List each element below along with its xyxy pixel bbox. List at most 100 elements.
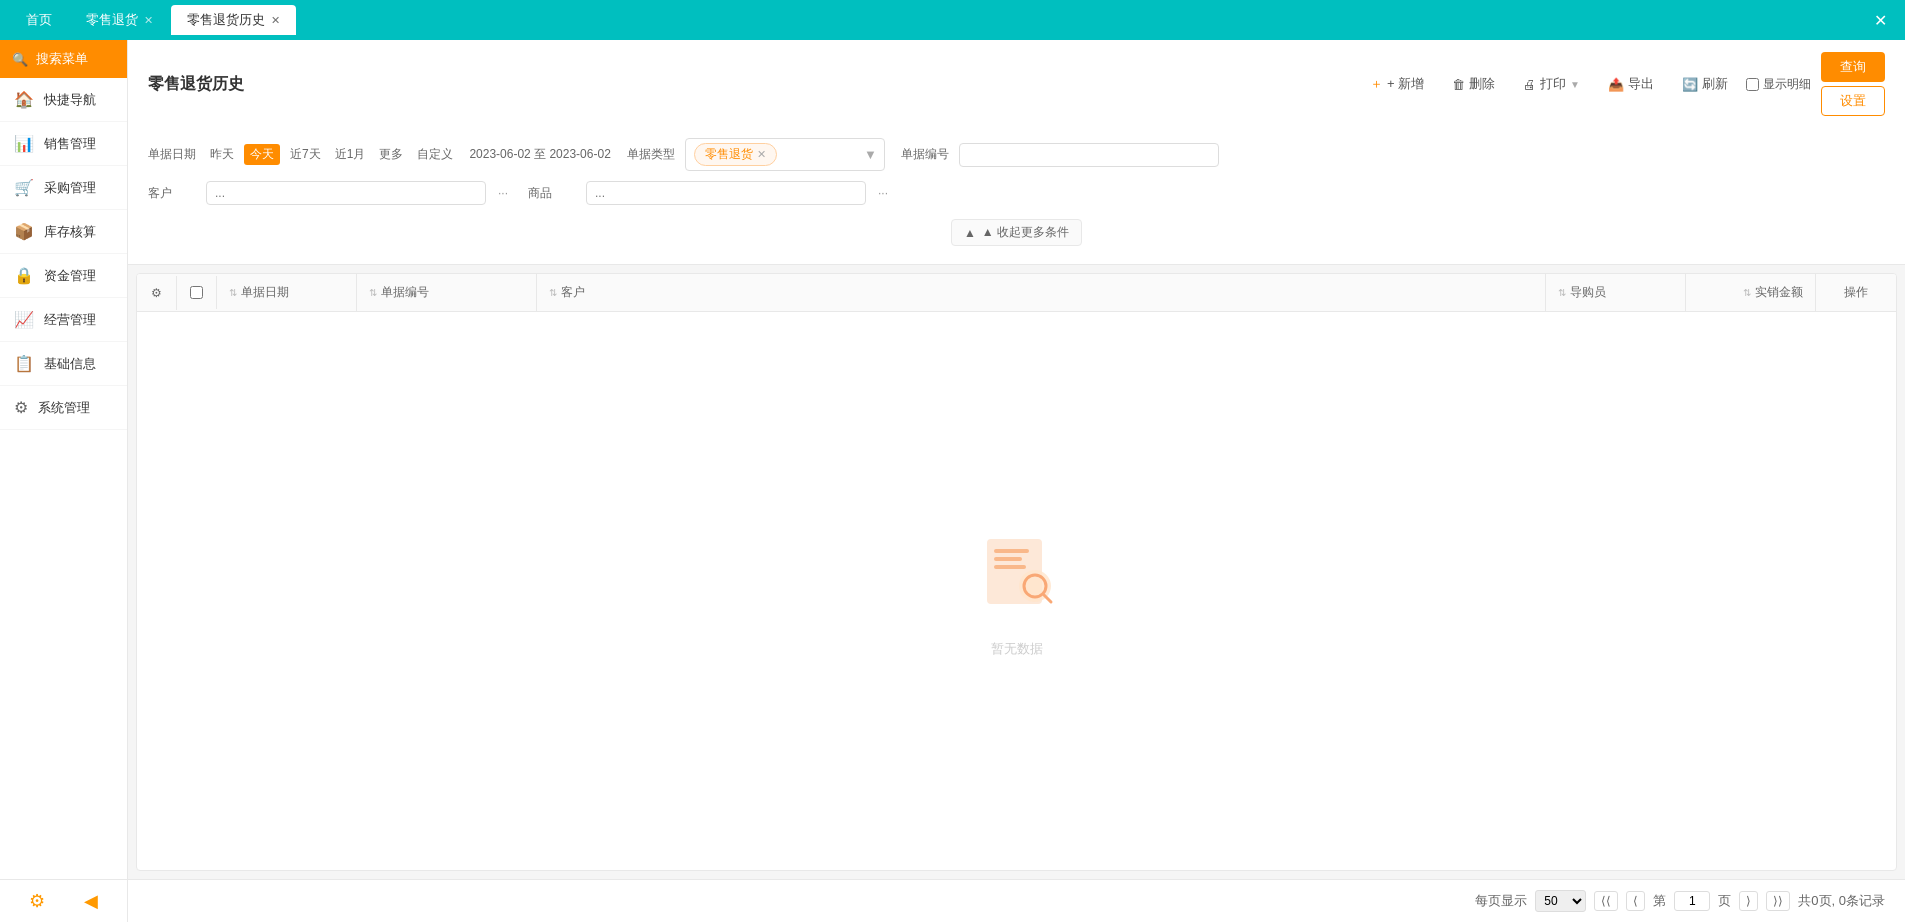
sort-billno-icon[interactable]: ⇅ — [369, 287, 377, 298]
top-bar: 首页 零售退货 ✕ 零售退货历史 ✕ ✕ — [0, 0, 1905, 40]
add-button[interactable]: ＋ + 新增 — [1362, 71, 1432, 97]
sidebar: 🔍 搜索菜单 🏠 快捷导航 📊 销售管理 🛒 采购管理 📦 库存核算 🔒 — [0, 40, 128, 922]
bill-no-filter: 单据编号 — [901, 143, 1219, 167]
main-layout: 🔍 搜索菜单 🏠 快捷导航 📊 销售管理 🛒 采购管理 📦 库存核算 🔒 — [0, 40, 1905, 922]
date-options: 昨天 今天 近7天 近1月 更多 自定义 — [206, 144, 457, 165]
finance-icon: 🔒 — [14, 266, 34, 285]
bill-type-chip-remove[interactable]: ✕ — [757, 148, 766, 161]
pagination: 每页显示 20 50 100 ⟨⟨ ⟨ 第 页 ⟩ ⟩⟩ 共0页, 0条记录 — [128, 879, 1905, 922]
goods-input[interactable] — [586, 181, 866, 205]
collapse-button[interactable]: ▲ ▲ 收起更多条件 — [951, 219, 1082, 246]
sidebar-item-operations[interactable]: 📈 经营管理 — [0, 298, 127, 342]
export-button[interactable]: 📤 导出 — [1600, 71, 1662, 97]
column-settings-icon[interactable]: ⚙ — [151, 286, 162, 300]
sort-guide-icon[interactable]: ⇅ — [1558, 287, 1566, 298]
tab-close-retail-return[interactable]: ✕ — [144, 14, 153, 27]
display-detail-label[interactable]: 显示明细 — [1763, 76, 1811, 93]
goods-ellipsis-icon[interactable]: ··· — [874, 182, 892, 204]
goods-label: 商品 — [528, 185, 578, 202]
sidebar-item-basic-info[interactable]: 📋 基础信息 — [0, 342, 127, 386]
page-label: 第 — [1653, 892, 1666, 910]
date-opt-7days[interactable]: 近7天 — [286, 144, 325, 165]
filter-row-1: 单据日期 昨天 今天 近7天 近1月 更多 自定义 2023-06-02 至 2… — [148, 138, 1885, 171]
date-filter: 单据日期 昨天 今天 近7天 近1月 更多 自定义 2023-06-02 至 2… — [148, 144, 611, 165]
toolbar-actions: ＋ + 新增 🗑 删除 🖨 打印 ▼ 📤 — [1362, 71, 1736, 97]
print-icon: 🖨 — [1523, 77, 1536, 92]
purchase-icon: 🛒 — [14, 178, 34, 197]
date-opt-today[interactable]: 今天 — [244, 144, 280, 165]
search-menu-button[interactable]: 🔍 搜索菜单 — [0, 40, 127, 78]
tab-list: 首页 零售退货 ✕ 零售退货历史 ✕ — [10, 5, 1866, 35]
query-button[interactable]: 查询 — [1821, 52, 1885, 82]
bill-type-select[interactable]: 零售退货 ✕ — [685, 138, 885, 171]
sort-customer-icon[interactable]: ⇅ — [549, 287, 557, 298]
sidebar-item-inventory[interactable]: 📦 库存核算 — [0, 210, 127, 254]
sidebar-item-finance[interactable]: 🔒 资金管理 — [0, 254, 127, 298]
basic-info-icon: 📋 — [14, 354, 34, 373]
page-number-input[interactable] — [1674, 891, 1710, 911]
sidebar-items: 🏠 快捷导航 📊 销售管理 🛒 采购管理 📦 库存核算 🔒 资金管理 📈 — [0, 78, 127, 879]
customer-ellipsis-icon[interactable]: ··· — [494, 182, 512, 204]
collapse-sidebar-button[interactable]: ◀ — [84, 890, 98, 912]
sidebar-item-sales[interactable]: 📊 销售管理 — [0, 122, 127, 166]
tab-retail-return[interactable]: 零售退货 ✕ — [70, 5, 169, 35]
search-icon: 🔍 — [12, 52, 28, 67]
collapse-arrow-icon: ▲ — [964, 226, 976, 240]
filter-row-2: 客户 ··· 商品 ··· — [148, 181, 1885, 205]
sidebar-item-system[interactable]: ⚙ 系统管理 — [0, 386, 127, 430]
settings-gear-button[interactable]: ⚙ — [29, 890, 45, 912]
inventory-icon: 📦 — [14, 222, 34, 241]
tab-close-retail-return-history[interactable]: ✕ — [271, 14, 280, 27]
th-customer: ⇅ 客户 — [537, 274, 1546, 311]
tab-retail-return-history[interactable]: 零售退货历史 ✕ — [171, 5, 296, 35]
display-detail-checkbox[interactable] — [1746, 78, 1759, 91]
settings-button[interactable]: 设置 — [1821, 86, 1885, 116]
date-opt-yesterday[interactable]: 昨天 — [206, 144, 238, 165]
next-page-button[interactable]: ⟩ — [1739, 891, 1758, 911]
refresh-button[interactable]: 🔄 刷新 — [1674, 71, 1736, 97]
date-opt-custom[interactable]: 自定义 — [413, 144, 457, 165]
customer-input[interactable] — [206, 181, 486, 205]
date-opt-1month[interactable]: 近1月 — [331, 144, 370, 165]
delete-button[interactable]: 🗑 删除 — [1444, 71, 1503, 97]
bill-type-chip: 零售退货 ✕ — [694, 143, 777, 166]
window-close-button[interactable]: ✕ — [1866, 7, 1895, 34]
search-menu-label: 搜索菜单 — [36, 50, 88, 68]
date-opt-more[interactable]: 更多 — [375, 144, 407, 165]
svg-rect-1 — [994, 549, 1029, 553]
print-button[interactable]: 🖨 打印 ▼ — [1515, 71, 1588, 97]
sort-amount-icon[interactable]: ⇅ — [1743, 287, 1751, 298]
prev-page-button[interactable]: ⟨ — [1626, 891, 1645, 911]
th-bill-no: ⇅ 单据编号 — [357, 274, 537, 311]
empty-text: 暂无数据 — [991, 640, 1043, 658]
bill-type-filter: 单据类型 零售退货 ✕ ▼ — [627, 138, 885, 171]
bill-no-input[interactable] — [959, 143, 1219, 167]
th-guide: ⇅ 导购员 — [1546, 274, 1686, 311]
sidebar-item-quick-nav[interactable]: 🏠 快捷导航 — [0, 78, 127, 122]
th-settings[interactable]: ⚙ — [137, 276, 177, 310]
date-range-text: 2023-06-02 至 2023-06-02 — [469, 146, 610, 163]
select-all-checkbox[interactable] — [190, 286, 203, 299]
bill-type-select-wrap: 零售退货 ✕ ▼ — [685, 138, 885, 171]
tab-home[interactable]: 首页 — [10, 5, 68, 35]
sort-date-icon[interactable]: ⇅ — [229, 287, 237, 298]
toolbar: ＋ + 新增 🗑 删除 🖨 打印 ▼ 📤 — [1362, 52, 1885, 116]
last-page-button[interactable]: ⟩⟩ — [1766, 891, 1790, 911]
home-icon: 🏠 — [14, 90, 34, 109]
svg-rect-3 — [994, 565, 1026, 569]
export-icon: 📤 — [1608, 77, 1624, 92]
page-title-bar: 零售退货历史 ＋ + 新增 🗑 删除 🖨 打印 — [148, 52, 1885, 116]
filters: 单据日期 昨天 今天 近7天 近1月 更多 自定义 2023-06-02 至 2… — [148, 128, 1885, 264]
add-icon: ＋ — [1370, 75, 1383, 93]
per-page-select[interactable]: 20 50 100 — [1535, 890, 1586, 912]
operations-icon: 📈 — [14, 310, 34, 329]
first-page-button[interactable]: ⟨⟨ — [1594, 891, 1618, 911]
print-dropdown-icon: ▼ — [1570, 79, 1580, 90]
query-settings-actions: 查询 设置 — [1821, 52, 1885, 116]
svg-line-6 — [1044, 595, 1051, 602]
sidebar-item-purchase[interactable]: 🛒 采购管理 — [0, 166, 127, 210]
bill-type-label: 单据类型 — [627, 146, 677, 163]
system-icon: ⚙ — [14, 398, 28, 417]
sidebar-bottom: ⚙ ◀ — [0, 879, 127, 922]
empty-state: 暂无数据 — [137, 312, 1896, 870]
